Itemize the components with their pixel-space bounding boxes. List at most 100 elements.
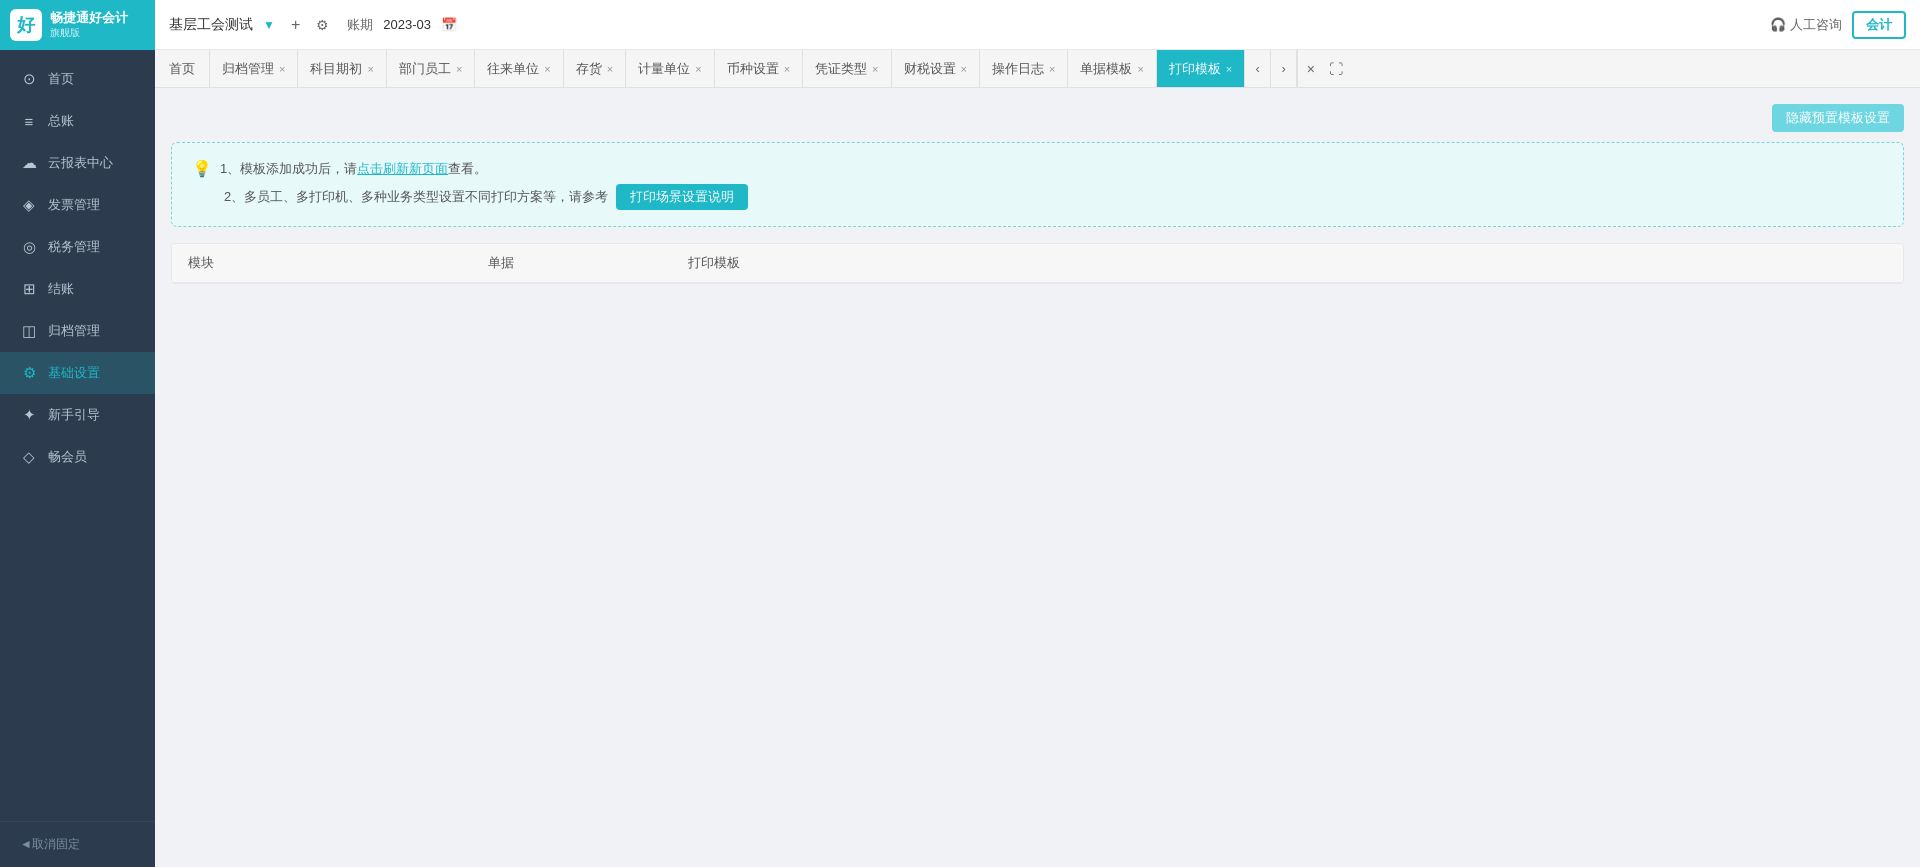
tab-print-template[interactable]: 打印模板 × [1157,50,1245,87]
logo-subtitle: 旗舰版 [50,26,128,40]
info-suffix-1: 查看。 [448,161,487,176]
tab-label: 单据模板 [1080,60,1132,78]
tab-close-icon[interactable]: × [279,63,285,75]
cloud-icon: ☁ [20,154,38,172]
main-area: 基层工会测试 ▼ + ⚙ 账期 2023-03 📅 🎧 人工咨询 会计 首页 归… [155,0,1920,867]
sidebar-item-checkout[interactable]: ⊞ 结账 [0,268,155,310]
tab-close-icon[interactable]: × [607,63,613,75]
info-row-1: 💡 1、模板添加成功后，请点击刷新新页面查看。 [192,159,1883,178]
sidebar-nav: ⊙ 首页 ≡ 总账 ☁ 云报表中心 ◈ 发票管理 ◎ 税务管理 ⊞ 结账 ◫ 归… [0,50,155,821]
tab-close-icon[interactable]: × [456,63,462,75]
info-text-1: 1、模板添加成功后，请点击刷新新页面查看。 [220,160,487,178]
tab-close-icon[interactable]: × [695,63,701,75]
tab-operation-log[interactable]: 操作日志 × [980,50,1068,87]
tab-close-icon[interactable]: × [1137,63,1143,75]
tab-expand-button[interactable]: ⛶ [1323,50,1349,87]
topbar-right: 🎧 人工咨询 会计 [1770,11,1906,39]
tab-tax-settings[interactable]: 财税设置 × [892,50,980,87]
tab-unit[interactable]: 计量单位 × [626,50,714,87]
tab-subject[interactable]: 科目期初 × [298,50,386,87]
period-label: 账期 [347,16,373,34]
data-table: 模块 单据 打印模板 [171,243,1904,284]
tab-label: 财税设置 [904,60,956,78]
period-value: 2023-03 [383,17,431,32]
sidebar-item-label: 结账 [48,280,74,298]
guide-icon: ✦ [20,406,38,424]
tab-dept[interactable]: 部门员工 × [387,50,475,87]
tab-label: 操作日志 [992,60,1044,78]
logo-icon: 好 [10,9,42,41]
hide-preview-button[interactable]: 隐藏预置模板设置 [1772,104,1904,132]
tab-label: 计量单位 [638,60,690,78]
th-module: 模块 [172,254,472,272]
tab-voucher-type[interactable]: 凭证类型 × [803,50,891,87]
sidebar-item-invoice[interactable]: ◈ 发票管理 [0,184,155,226]
settings-icon[interactable]: ⚙ [316,17,329,33]
tab-partner[interactable]: 往来单位 × [475,50,563,87]
th-template: 打印模板 [672,254,1903,272]
refresh-link[interactable]: 点击刷新新页面 [357,161,448,176]
tab-close-icon[interactable]: × [544,63,550,75]
gear-nav-icon: ⚙ [20,364,38,382]
sidebar-item-label: 归档管理 [48,322,100,340]
tab-close-all-button[interactable]: × [1297,50,1323,87]
sidebar-item-home[interactable]: ⊙ 首页 [0,58,155,100]
tab-close-icon[interactable]: × [1226,63,1232,75]
info-text-2: 2、多员工、多打印机、多种业务类型设置不同打印方案等，请参考 [224,188,608,206]
tab-close-icon[interactable]: × [367,63,373,75]
print-scene-button[interactable]: 打印场景设置说明 [616,184,748,210]
sidebar-item-guide[interactable]: ✦ 新手引导 [0,394,155,436]
tab-close-icon[interactable]: × [784,63,790,75]
sidebar-unpin[interactable]: ◄取消固定 [0,821,155,867]
tab-currency[interactable]: 币种设置 × [715,50,803,87]
sidebar-item-label: 总账 [48,112,74,130]
tab-inventory[interactable]: 存货 × [564,50,626,87]
sidebar-item-ledger[interactable]: ≡ 总账 [0,100,155,142]
add-company-button[interactable]: + [285,14,306,36]
sidebar-item-label: 云报表中心 [48,154,113,172]
tab-close-icon[interactable]: × [872,63,878,75]
home-icon: ⊙ [20,70,38,88]
tip-icon: 💡 [192,159,212,178]
company-dropdown-icon[interactable]: ▼ [263,18,275,32]
customer-service-button[interactable]: 🎧 人工咨询 [1770,16,1842,34]
sidebar-item-label: 发票管理 [48,196,100,214]
table-header: 模块 单据 打印模板 [172,244,1903,283]
sidebar-item-label: 新手引导 [48,406,100,424]
tab-label: 部门员工 [399,60,451,78]
service-label: 人工咨询 [1790,16,1842,34]
archive-icon: ◫ [20,322,38,340]
sidebar-item-tax[interactable]: ◎ 税务管理 [0,226,155,268]
headset-icon: 🎧 [1770,17,1786,32]
sidebar-item-label: 税务管理 [48,238,100,256]
sidebar-item-basic[interactable]: ⚙ 基础设置 [0,352,155,394]
tabbar: 首页 归档管理 × 科目期初 × 部门员工 × 往来单位 × 存货 × 计量单位… [155,50,1920,88]
th-voucher: 单据 [472,254,672,272]
sidebar-item-member[interactable]: ◇ 畅会员 [0,436,155,478]
sidebar-item-label: 畅会员 [48,448,87,466]
tab-archive[interactable]: 归档管理 × [210,50,298,87]
member-icon: ◇ [20,448,38,466]
sidebar-item-archive[interactable]: ◫ 归档管理 [0,310,155,352]
tab-close-icon[interactable]: × [961,63,967,75]
tab-close-icon[interactable]: × [1049,63,1055,75]
tab-label: 首页 [169,60,195,78]
tab-label: 打印模板 [1169,60,1221,78]
company-name: 基层工会测试 [169,16,253,34]
info-box: 💡 1、模板添加成功后，请点击刷新新页面查看。 2、多员工、多打印机、多种业务类… [171,142,1904,227]
calendar-icon[interactable]: 📅 [441,17,457,32]
tab-home[interactable]: 首页 [155,50,210,87]
checkout-icon: ⊞ [20,280,38,298]
topbar: 基层工会测试 ▼ + ⚙ 账期 2023-03 📅 🎧 人工咨询 会计 [155,0,1920,50]
tab-label: 凭证类型 [815,60,867,78]
sidebar-item-reports[interactable]: ☁ 云报表中心 [0,142,155,184]
tab-single-template[interactable]: 单据模板 × [1068,50,1156,87]
tab-next-button[interactable]: › [1271,50,1297,87]
tab-prev-button[interactable]: ‹ [1245,50,1271,87]
tax-icon: ◎ [20,238,38,256]
sidebar: 好 畅捷通好会计 旗舰版 ⊙ 首页 ≡ 总账 ☁ 云报表中心 ◈ 发票管理 ◎ … [0,0,155,867]
info-row-2: 2、多员工、多打印机、多种业务类型设置不同打印方案等，请参考 打印场景设置说明 [192,184,1883,210]
tab-label: 归档管理 [222,60,274,78]
unpin-label: ◄取消固定 [20,836,80,853]
kuaiji-button[interactable]: 会计 [1852,11,1906,39]
